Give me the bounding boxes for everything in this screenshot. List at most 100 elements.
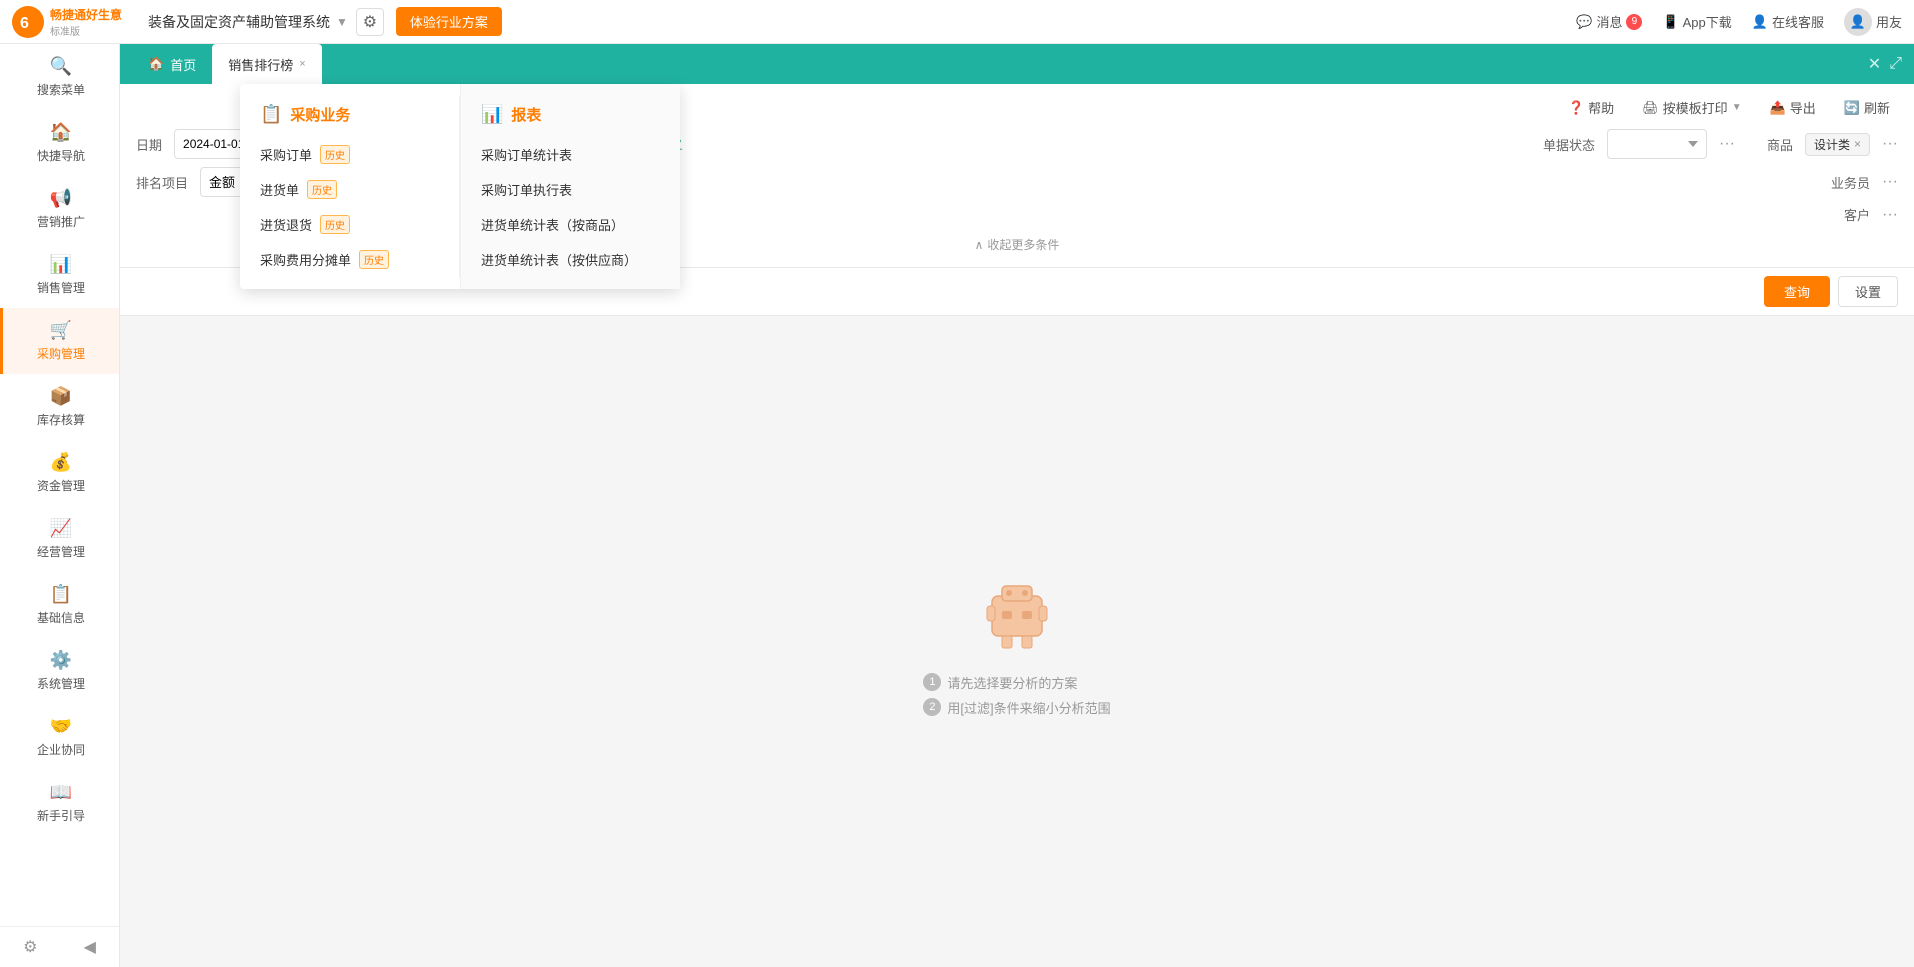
tab-actions: ✕ ⤢ <box>1868 54 1902 74</box>
avatar: 👤 <box>1844 8 1872 36</box>
empty-hint-1: 1 请先选择要分析的方案 <box>923 673 1110 692</box>
goods-label: 商品 <box>1767 135 1793 154</box>
tab-close-icon[interactable]: × <box>299 58 305 70</box>
help-button[interactable]: ❓ 帮助 <box>1560 94 1622 121</box>
operation-icon: 📈 <box>50 518 72 539</box>
sidebar-item-navigation[interactable]: 🏠 快捷导航 <box>0 110 119 176</box>
hist-badge-3: 历史 <box>359 250 389 269</box>
finance-icon: 💰 <box>50 452 72 473</box>
logo-area: 6 畅捷通好生意 标准版 <box>12 6 132 38</box>
date-label: 日期 <box>136 135 162 154</box>
print-button[interactable]: 🖨 按模板打印 ▼ <box>1634 94 1749 121</box>
sidebar-item-inventory[interactable]: 📦 库存核算 <box>0 374 119 440</box>
export-button[interactable]: 📤 导出 <box>1762 94 1824 121</box>
dropdown-item-incoming[interactable]: 进货单 历史 <box>240 172 459 207</box>
enterprise-icon: 🤝 <box>50 716 72 737</box>
salesperson-label: 业务员 <box>1831 173 1870 192</box>
sidebar-item-marketing[interactable]: 📢 营销推广 <box>0 176 119 242</box>
goods-tag-close[interactable]: × <box>1854 137 1861 151</box>
chevron-down-icon[interactable]: ▼ <box>336 15 348 29</box>
hist-badge-1: 历史 <box>307 180 337 199</box>
sidebar-item-operation[interactable]: 📈 经营管理 <box>0 506 119 572</box>
help-icon: ❓ <box>1568 100 1584 116</box>
dropdown-item-po-exec[interactable]: 采购订单执行表 <box>461 172 680 207</box>
empty-svg <box>967 561 1067 661</box>
topbar-right: 💬 消息 9 📱 App下载 👤 在线客服 👤 用友 <box>1576 8 1902 36</box>
sidebar-settings-button[interactable]: ⚙ <box>23 937 37 957</box>
sidebar-item-finance[interactable]: 💰 资金管理 <box>0 440 119 506</box>
app-download-button[interactable]: 📱 App下载 <box>1662 12 1731 31</box>
logo-text: 畅捷通好生意 标准版 <box>50 6 122 38</box>
online-service-button[interactable]: 👤 在线客服 <box>1752 12 1824 31</box>
sidebar-item-basic-info[interactable]: 📋 基础信息 <box>0 572 119 638</box>
dropdown-report-col: 📊 报表 采购订单统计表 采购订单执行表 进货单统计表（按商品） 进货单统计表（… <box>460 84 680 289</box>
purchase-section-icon: 📋 <box>260 104 282 125</box>
sidebar-bottom: ⚙ ◀ <box>0 926 119 967</box>
goods-ellipsis[interactable]: ··· <box>1882 135 1898 153</box>
service-icon: 👤 <box>1752 14 1768 30</box>
logo-icon: 6 <box>12 6 44 38</box>
print-icon: 🖨 <box>1642 100 1659 116</box>
sidebar-item-enterprise[interactable]: 🤝 企业协同 <box>0 704 119 770</box>
hint-num-1: 1 <box>923 673 941 691</box>
print-chevron-icon: ▼ <box>1732 102 1742 113</box>
user-menu[interactable]: 👤 用友 <box>1844 8 1902 36</box>
empty-hint-2: 2 用[过滤]条件来缩小分析范围 <box>923 698 1110 717</box>
salesperson-ellipsis[interactable]: ··· <box>1882 173 1898 191</box>
settings-icon[interactable]: ⚙ <box>356 8 384 36</box>
inventory-icon: 📦 <box>50 386 72 407</box>
hist-badge-0: 历史 <box>320 145 350 164</box>
refresh-button[interactable]: 🔄 刷新 <box>1836 94 1898 121</box>
tab-bar: 🏠 首页 销售排行榜 × ✕ ⤢ <box>120 44 1914 84</box>
search-icon: 🔍 <box>50 56 72 77</box>
sidebar-item-search[interactable]: 🔍 搜索菜单 <box>0 44 119 110</box>
tab-sales-rank[interactable]: 销售排行榜 × <box>212 44 321 84</box>
collapse-icon: ∧ <box>975 238 984 252</box>
message-badge: 9 <box>1626 14 1642 30</box>
dropdown-item-expense[interactable]: 采购费用分摊单 历史 <box>240 242 459 277</box>
home-tab-icon: 🏠 <box>148 56 164 72</box>
topbar: 6 畅捷通好生意 标准版 装备及固定资产辅助管理系统 ▼ ⚙ 体验行业方案 💬 … <box>0 0 1914 44</box>
purchase-section-header: 📋 采购业务 <box>240 96 459 137</box>
dropdown-item-return[interactable]: 进货退货 历史 <box>240 207 459 242</box>
dropdown-item-purchase-order[interactable]: 采购订单 历史 <box>240 137 459 172</box>
dropdown-item-incoming-stats-goods[interactable]: 进货单统计表（按商品） <box>461 207 680 242</box>
sidebar: 🔍 搜索菜单 🏠 快捷导航 📢 营销推广 📊 销售管理 🛒 采购管理 📦 库存核… <box>0 44 120 967</box>
empty-hints: 1 请先选择要分析的方案 2 用[过滤]条件来缩小分析范围 <box>923 673 1110 723</box>
dropdown-item-incoming-stats-supplier[interactable]: 进货单统计表（按供应商） <box>461 242 680 277</box>
sidebar-item-sales[interactable]: 📊 销售管理 <box>0 242 119 308</box>
report-section-header: 📊 报表 <box>461 96 680 137</box>
home-icon: 🏠 <box>50 122 72 143</box>
message-icon: 💬 <box>1576 14 1592 30</box>
voucher-status-label: 单据状态 <box>1543 135 1595 154</box>
voucher-status-ellipsis[interactable]: ··· <box>1719 135 1735 153</box>
tab-home[interactable]: 🏠 首页 <box>132 44 212 84</box>
dropdown-purchase-col: 📋 采购业务 采购订单 历史 进货单 历史 进货退货 历史 采购费用分摊单 <box>240 84 459 289</box>
mobile-icon: 📱 <box>1662 14 1678 30</box>
sidebar-collapse-button[interactable]: ◀ <box>84 937 96 957</box>
sales-icon: 📊 <box>50 254 72 275</box>
guide-icon: 📖 <box>50 782 72 803</box>
marketing-icon: 📢 <box>50 188 72 209</box>
empty-state: 1 请先选择要分析的方案 2 用[过滤]条件来缩小分析范围 <box>120 316 1914 967</box>
content-area: 🏠 首页 销售排行榜 × ✕ ⤢ 📋 采购业务 采购订单 <box>120 44 1914 967</box>
dropdown-menu: 📋 采购业务 采购订单 历史 进货单 历史 进货退货 历史 采购费用分摊单 <box>240 84 680 289</box>
system-icon: ⚙️ <box>50 650 72 671</box>
settings-button[interactable]: 设置 <box>1838 276 1898 307</box>
customer-ellipsis[interactable]: ··· <box>1882 206 1898 224</box>
report-section-icon: 📊 <box>481 104 503 125</box>
main-layout: 🔍 搜索菜单 🏠 快捷导航 📢 营销推广 📊 销售管理 🛒 采购管理 📦 库存核… <box>0 44 1914 967</box>
sidebar-item-guide[interactable]: 📖 新手引导 <box>0 770 119 836</box>
tab-expand-icon[interactable]: ⤢ <box>1889 55 1902 73</box>
voucher-status-select[interactable] <box>1607 129 1707 159</box>
export-icon: 📤 <box>1770 100 1786 116</box>
industry-button[interactable]: 体验行业方案 <box>396 7 502 36</box>
query-button[interactable]: 查询 <box>1764 276 1830 307</box>
sidebar-item-system[interactable]: ⚙️ 系统管理 <box>0 638 119 704</box>
message-button[interactable]: 💬 消息 9 <box>1576 12 1642 31</box>
svg-text:6: 6 <box>20 15 29 32</box>
sidebar-item-purchase[interactable]: 🛒 采购管理 <box>0 308 119 374</box>
ranking-label: 排名项目 <box>136 173 188 192</box>
dropdown-item-po-stats[interactable]: 采购订单统计表 <box>461 137 680 172</box>
tab-minimize-icon[interactable]: ✕ <box>1868 54 1881 74</box>
